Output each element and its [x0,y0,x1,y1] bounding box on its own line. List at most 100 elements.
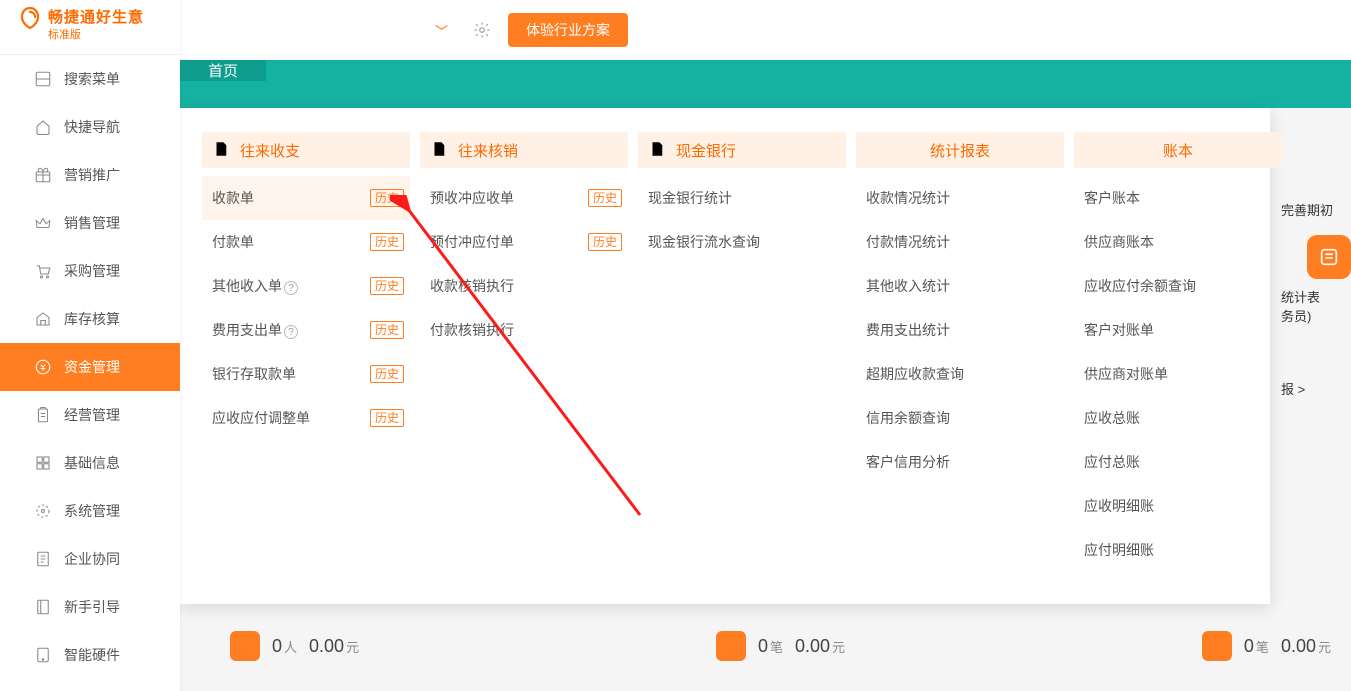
mega-item-label: 信用余额查询 [866,408,950,428]
tab-strip: 首页 [180,60,1351,108]
mega-column-1: 往来核销预收冲应收单历史预付冲应付单历史收款核销执行付款核销执行 [420,132,628,572]
history-tag[interactable]: 历史 [370,409,404,427]
mega-item-label: 现金银行流水查询 [648,232,760,252]
mega-item-label: 付款情况统计 [866,232,950,252]
mega-item-1-0[interactable]: 预收冲应收单 历史 [420,176,628,220]
mega-item-label: 银行存取款单 [212,364,296,384]
doc-icon [430,140,450,160]
book-icon [34,598,52,616]
history-tag[interactable]: 历史 [370,365,404,383]
note-icon [34,550,52,568]
mega-item-4-7[interactable]: 应收明细账 [1074,484,1282,528]
mega-item-label: 预付冲应付单 [430,232,514,252]
mega-item-4-8[interactable]: 应付明细账 [1074,528,1282,572]
mega-item-4-1[interactable]: 供应商账本 [1074,220,1282,264]
chevron-down-icon: ﹀ [435,21,448,40]
stat-2: 0笔0.00元 [1202,631,1331,661]
mega-item-4-0[interactable]: 客户账本 [1074,176,1282,220]
mega-item-0-3[interactable]: 费用支出单?历史 [202,308,410,352]
mega-item-2-1[interactable]: 现金银行流水查询 [638,220,846,264]
sidebar-item-0[interactable]: 搜索菜单 [0,55,180,103]
mega-item-label: 其他收入统计 [866,276,950,296]
mega-item-label: 客户信用分析 [866,452,950,472]
mega-item-3-5[interactable]: 信用余额查询 [856,396,1064,440]
sidebar-item-8[interactable]: 基础信息 [0,439,180,487]
logo-icon [18,6,42,30]
mega-item-0-2[interactable]: 其他收入单? 历史 [202,264,410,308]
mega-column-header: 往来核销 [420,132,628,168]
mega-item-label: 其他收入单? [212,276,298,296]
mega-item-1-2[interactable]: 收款核销执行 [420,264,628,308]
money-icon [34,358,52,376]
sidebar-item-11[interactable]: 新手引导 [0,583,180,631]
history-tag[interactable]: 历史 [370,189,404,207]
mega-item-label: 应收明细账 [1084,496,1154,516]
doc-icon [212,140,232,160]
sidebar-item-4[interactable]: 采购管理 [0,247,180,295]
sidebar-item-6[interactable]: 资金管理 [0,343,180,391]
mega-item-label: 收款核销执行 [430,276,514,296]
history-tag[interactable]: 历史 [588,233,622,251]
stat-1: 0笔0.00元 [716,631,845,661]
mega-column-3: 统计报表收款情况统计付款情况统计其他收入统计费用支出统计超期应收款查询信用余额查… [856,132,1064,572]
history-tag[interactable]: 历史 [370,233,404,251]
mega-item-label: 应收总账 [1084,408,1140,428]
sidebar-item-label: 智能硬件 [64,645,120,665]
gift-icon [34,166,52,184]
mega-item-2-0[interactable]: 现金银行统计 [638,176,846,220]
tab-0[interactable]: 首页 [180,60,266,81]
mega-item-3-3[interactable]: 费用支出统计 [856,308,1064,352]
mega-item-0-1[interactable]: 付款单 历史 [202,220,410,264]
mega-item-0-0[interactable]: 收款单历史 [202,176,410,220]
history-tag[interactable]: 历史 [588,189,622,207]
mega-item-3-0[interactable]: 收款情况统计 [856,176,1064,220]
mega-item-4-5[interactable]: 应收总账 [1074,396,1282,440]
grid-icon [34,454,52,472]
logo-edition: 标准版 [48,26,144,42]
mega-item-label: 预收冲应收单 [430,188,514,208]
mega-item-label: 供应商对账单 [1084,364,1168,384]
mega-column-header: 账本 [1074,132,1282,168]
doc-icon [648,140,668,160]
mega-item-4-4[interactable]: 供应商对账单 [1074,352,1282,396]
mega-item-3-2[interactable]: 其他收入统计 [856,264,1064,308]
mega-item-3-4[interactable]: 超期应收款查询 [856,352,1064,396]
experience-plan-button[interactable]: 体验行业方案 [508,13,628,47]
mega-item-1-1[interactable]: 预付冲应付单 历史 [420,220,628,264]
mega-item-label: 供应商账本 [1084,232,1154,252]
sidebar-item-12[interactable]: 智能硬件 [0,631,180,679]
mega-item-label: 超期应收款查询 [866,364,964,384]
mega-item-4-3[interactable]: 客户对账单 [1074,308,1282,352]
mega-item-4-2[interactable]: 应收应付余额查询 [1074,264,1282,308]
history-tag[interactable]: 历史 [370,277,404,295]
mega-item-3-1[interactable]: 付款情况统计 [856,220,1064,264]
mega-item-3-6[interactable]: 客户信用分析 [856,440,1064,484]
sidebar-item-5[interactable]: 库存核算 [0,295,180,343]
sidebar-item-10[interactable]: 企业协同 [0,535,180,583]
sidebar-item-label: 营销推广 [64,165,120,185]
gear-icon [473,21,491,39]
stats-chip-icon [1307,235,1351,279]
sidebar: 畅捷通好生意 标准版 搜索菜单快捷导航营销推广销售管理采购管理库存核算资金管理经… [0,0,180,691]
topbar: ﹀ 体验行业方案 [180,0,1351,60]
mega-item-label: 付款核销执行 [430,320,514,340]
logo: 畅捷通好生意 标准版 [0,0,180,55]
mega-item-4-6[interactable]: 应付总账 [1074,440,1282,484]
sidebar-item-2[interactable]: 营销推广 [0,151,180,199]
org-selector[interactable]: ﹀ [196,14,456,46]
sidebar-item-label: 经营管理 [64,405,120,425]
settings-button[interactable] [468,16,496,44]
background-stats: 0人0.00元0笔0.00元0笔0.00元 [230,631,1331,661]
mega-item-0-5[interactable]: 应收应付调整单历史 [202,396,410,440]
sidebar-item-1[interactable]: 快捷导航 [0,103,180,151]
background-hints: 完善期初 统计表 务员) 报 > [1281,120,1351,398]
sidebar-item-3[interactable]: 销售管理 [0,199,180,247]
sidebar-item-7[interactable]: 经营管理 [0,391,180,439]
history-tag[interactable]: 历史 [370,321,404,339]
sidebar-item-label: 基础信息 [64,453,120,473]
mega-item-label: 应收应付余额查询 [1084,276,1196,296]
mega-item-0-4[interactable]: 银行存取款单 历史 [202,352,410,396]
mega-item-label: 付款单 [212,232,254,252]
sidebar-item-9[interactable]: 系统管理 [0,487,180,535]
mega-item-1-3[interactable]: 付款核销执行 [420,308,628,352]
